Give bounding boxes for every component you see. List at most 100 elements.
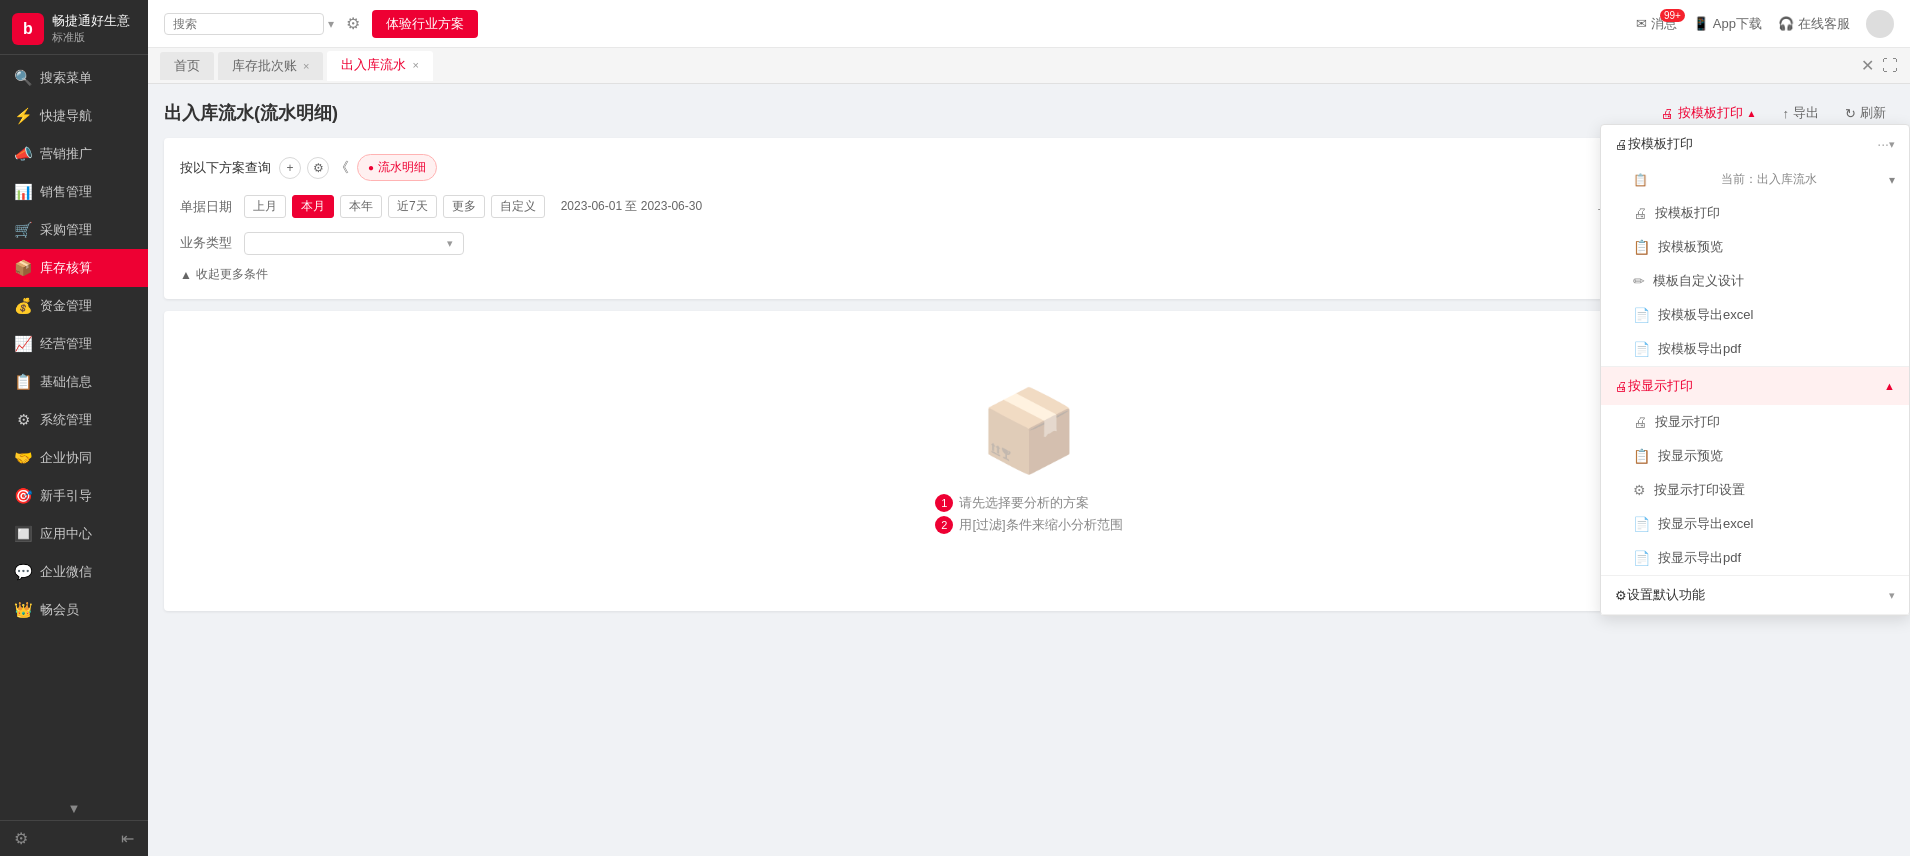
date-btn-本年[interactable]: 本年 bbox=[340, 195, 382, 218]
template-print-header-icon: 🖨 bbox=[1615, 137, 1628, 152]
date-btn-上月[interactable]: 上月 bbox=[244, 195, 286, 218]
sidebar-item-collab[interactable]: 🤝 企业协同 bbox=[0, 439, 148, 477]
date-btn-本月[interactable]: 本月 bbox=[292, 195, 334, 218]
wechat-nav-icon: 💬 bbox=[14, 563, 32, 581]
template-export-pdf-item[interactable]: 📄 按模板导出pdf bbox=[1601, 332, 1909, 366]
sidebar-item-label-operations: 经营管理 bbox=[40, 335, 92, 353]
search-input[interactable] bbox=[164, 13, 324, 35]
sidebar-item-purchase[interactable]: 🛒采购管理 bbox=[0, 211, 148, 249]
collab-nav-icon: 🤝 bbox=[14, 449, 32, 467]
display-print-settings-item[interactable]: ⚙ 按显示打印设置 bbox=[1601, 473, 1909, 507]
topbar-search: ▾ bbox=[164, 13, 334, 35]
tab-close-batch[interactable]: × bbox=[303, 60, 309, 72]
preview-item-icon: 📋 bbox=[1633, 239, 1650, 255]
template-export-excel-item[interactable]: 📄 按模板导出excel bbox=[1601, 298, 1909, 332]
display-settings-icon: ⚙ bbox=[1633, 482, 1646, 498]
sidebar-item-vip[interactable]: 👑畅会员 bbox=[0, 591, 148, 629]
biz-type-select[interactable]: ▾ bbox=[244, 232, 464, 255]
display-print-section: 🖨 按显示打印 ▲ 🖨 按显示打印 📋 按显示预览 ⚙ 按显示打印设置 bbox=[1601, 367, 1909, 576]
sidebar-item-finance[interactable]: 💰资金管理 bbox=[0, 287, 148, 325]
tab-home[interactable]: 首页 bbox=[160, 52, 214, 80]
date-btn-自定义[interactable]: 自定义 bbox=[491, 195, 545, 218]
sidebar-item-label-inventory: 库存核算 bbox=[40, 259, 92, 277]
close-tab-btn[interactable]: ✕ bbox=[1861, 56, 1874, 75]
app-name: 畅捷通好生意 标准版 bbox=[52, 12, 130, 46]
search-dropdown-icon[interactable]: ▾ bbox=[328, 17, 334, 31]
date-btn-更多[interactable]: 更多 bbox=[443, 195, 485, 218]
sidebar-item-label-collab: 企业协同 bbox=[40, 449, 92, 467]
app-logo-icon: b bbox=[12, 13, 44, 45]
tab-close-flow[interactable]: × bbox=[412, 59, 418, 71]
sidebar-scroll-down[interactable]: ▼ bbox=[0, 797, 148, 820]
default-func-section: ⚙ 设置默认功能 ▾ bbox=[1601, 576, 1909, 615]
current-label-chevron: ▾ bbox=[1889, 173, 1895, 187]
settings-icon[interactable]: ⚙ bbox=[14, 829, 28, 848]
filter-settings-btn[interactable]: ⚙ bbox=[307, 157, 329, 179]
sidebar-item-label-basic: 基础信息 bbox=[40, 373, 92, 391]
topbar-right: ✉ 消息 99+ 📱 App下载 🎧 在线客服 bbox=[1636, 10, 1894, 38]
default-func-chevron-icon: ▾ bbox=[1889, 589, 1895, 602]
sidebar-item-label-search: 搜索菜单 bbox=[40, 69, 92, 87]
sidebar: b 畅捷通好生意 标准版 🔍搜索菜单⚡快捷导航📣营销推广📊销售管理🛒采购管理 📦 库… bbox=[0, 0, 148, 856]
display-print-header[interactable]: 🖨 按显示打印 ▲ bbox=[1601, 367, 1909, 405]
guide-nav-icon: 🎯 bbox=[14, 487, 32, 505]
template-print-header[interactable]: 🖨 按模板打印 ··· ▾ bbox=[1601, 125, 1909, 163]
date-filter: 上月本月本年近7天更多自定义 bbox=[244, 195, 545, 218]
filter-add-btn[interactable]: + bbox=[279, 157, 301, 179]
display-print-header-icon: 🖨 bbox=[1615, 379, 1628, 394]
display-pdf-icon: 📄 bbox=[1633, 550, 1650, 566]
sidebar-item-basic[interactable]: 📋基础信息 bbox=[0, 363, 148, 401]
sidebar-item-guide[interactable]: 🎯新手引导 bbox=[0, 477, 148, 515]
sidebar-item-wechat[interactable]: 💬 企业微信 bbox=[0, 553, 148, 591]
sidebar-item-system[interactable]: ⚙系统管理 bbox=[0, 401, 148, 439]
marketing-nav-icon: 📣 bbox=[14, 145, 32, 163]
expand-tab-btn[interactable]: ⛶ bbox=[1882, 57, 1898, 75]
page-title: 出入库流水(流水明细) bbox=[164, 101, 338, 125]
tab-label-flow: 出入库流水 bbox=[341, 56, 406, 74]
template-custom-item[interactable]: ✏ 模板自定义设计 bbox=[1601, 264, 1909, 298]
sidebar-item-label-finance: 资金管理 bbox=[40, 297, 92, 315]
sidebar-item-inventory[interactable]: 📦 库存核算 bbox=[0, 249, 148, 287]
display-export-excel-item[interactable]: 📄 按显示导出excel bbox=[1601, 507, 1909, 541]
sidebar-item-sales[interactable]: 📊销售管理 bbox=[0, 173, 148, 211]
collapse-icon[interactable]: ⇤ bbox=[121, 829, 134, 848]
tab-batch[interactable]: 库存批次账× bbox=[218, 52, 323, 80]
user-avatar[interactable] bbox=[1866, 10, 1894, 38]
date-btn-近7天[interactable]: 近7天 bbox=[388, 195, 437, 218]
sidebar-logo: b 畅捷通好生意 标准版 bbox=[0, 0, 148, 55]
display-print-chevron-icon: ▲ bbox=[1884, 380, 1895, 392]
print-template-btn[interactable]: 🖨 按模板打印 ▲ bbox=[1653, 100, 1765, 126]
filter-fold-btn[interactable]: 《 bbox=[335, 159, 349, 177]
display-preview-item[interactable]: 📋 按显示预览 bbox=[1601, 439, 1909, 473]
sidebar-item-label-sales: 销售管理 bbox=[40, 183, 92, 201]
message-btn[interactable]: ✉ 消息 99+ bbox=[1636, 15, 1677, 33]
default-func-header[interactable]: ⚙ 设置默认功能 ▾ bbox=[1601, 576, 1909, 614]
industry-btn[interactable]: 体验行业方案 bbox=[372, 10, 478, 38]
template-print-dots[interactable]: ··· bbox=[1877, 136, 1889, 152]
current-label-icon: 📋 bbox=[1633, 173, 1648, 187]
sidebar-item-shortcut[interactable]: ⚡快捷导航 bbox=[0, 97, 148, 135]
topbar-settings-icon[interactable]: ⚙ bbox=[346, 14, 360, 33]
inventory-nav-icon: 📦 bbox=[14, 259, 32, 277]
sidebar-item-apps[interactable]: 🔲应用中心 bbox=[0, 515, 148, 553]
template-preview-item[interactable]: 📋 按模板预览 bbox=[1601, 230, 1909, 264]
sidebar-item-operations[interactable]: 📈经营管理 bbox=[0, 325, 148, 363]
biz-type-chevron-icon: ▾ bbox=[447, 237, 453, 250]
display-export-pdf-item[interactable]: 📄 按显示导出pdf bbox=[1601, 541, 1909, 575]
export-btn[interactable]: ↑ 导出 bbox=[1775, 100, 1828, 126]
tab-flow[interactable]: 出入库流水 × bbox=[327, 51, 432, 81]
refresh-btn[interactable]: ↻ 刷新 bbox=[1837, 100, 1894, 126]
sidebar-item-label-wechat: 企业微信 bbox=[40, 563, 92, 581]
filter-active-tag[interactable]: ● 流水明细 bbox=[357, 154, 437, 181]
display-print-icon: 🖨 bbox=[1633, 414, 1647, 430]
purchase-nav-icon: 🛒 bbox=[14, 221, 32, 239]
sidebar-item-label-vip: 畅会员 bbox=[40, 601, 79, 619]
app-download-btn[interactable]: 📱 App下载 bbox=[1693, 15, 1762, 33]
display-print-item[interactable]: 🖨 按显示打印 bbox=[1601, 405, 1909, 439]
template-print-item[interactable]: 🖨 按模板打印 bbox=[1601, 196, 1909, 230]
refresh-icon: ↻ bbox=[1845, 106, 1856, 121]
message-icon: ✉ bbox=[1636, 16, 1647, 31]
online-service-btn[interactable]: 🎧 在线客服 bbox=[1778, 15, 1850, 33]
sidebar-item-marketing[interactable]: 📣营销推广 bbox=[0, 135, 148, 173]
sidebar-item-search[interactable]: 🔍搜索菜单 bbox=[0, 59, 148, 97]
